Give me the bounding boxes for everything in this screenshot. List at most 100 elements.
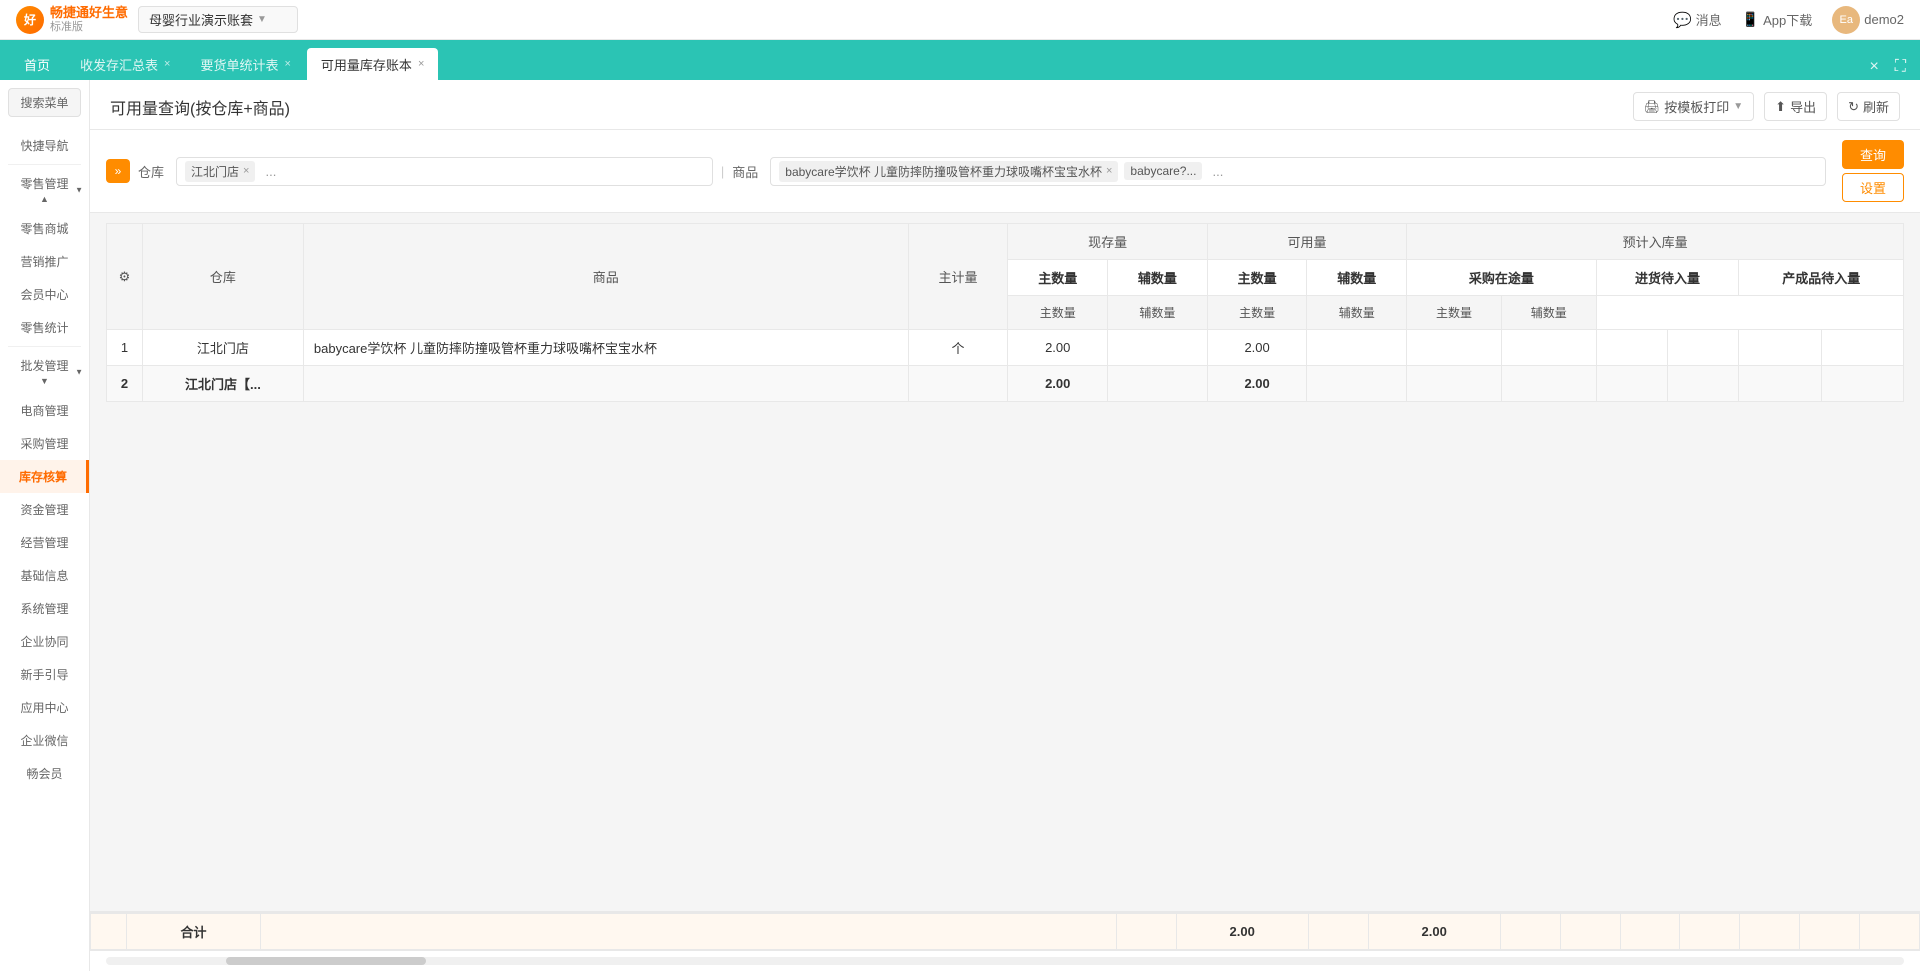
sidebar-item-operations[interactable]: 经营管理 [0,526,89,559]
sidebar-item-system[interactable]: 系统管理 [0,592,89,625]
sidebar-item-purchase[interactable]: 采购管理 [0,427,89,460]
table-footer [90,950,1920,971]
fullscreen-btn[interactable]: ⛶ [1891,54,1910,80]
scrollbar-track[interactable] [106,957,1904,965]
settings-icon[interactable]: ⚙ [119,269,131,284]
chevron-icon-wholesale: ▼ [40,376,49,386]
warehouse-tag-remove[interactable]: × [243,165,249,177]
sidebar-item-wholesale[interactable]: 批发管理 ▼ [0,349,89,394]
message-btn[interactable]: 💬 消息 [1673,10,1722,29]
sidebar-item-newguide-label: 新手引导 [20,666,68,683]
query-btn[interactable]: 查询 [1842,140,1904,169]
row-pt-aux [1501,330,1596,366]
tab-shoufa[interactable]: 收发存汇总表 × [66,48,184,80]
settings-col-header: ⚙ [107,224,143,330]
tab-kucun-close[interactable]: × [418,58,424,70]
sidebar-item-collab[interactable]: 企业协同 [0,625,89,658]
goods-tag-2: babycare?... [1124,162,1202,180]
stock-aux-header: 辅数量 [1108,260,1208,296]
sidebar-item-member[interactable]: 会员中心 [0,278,89,311]
tab-yaohuo[interactable]: 要货单统计表 × [186,48,304,80]
group-fin-main [1739,366,1821,402]
pt-aux-header: 辅数量 [1108,296,1208,330]
goods-filter-area[interactable]: babycare学饮杯 儿童防摔防撞吸管杯重力球吸嘴杯宝宝水杯 × babyca… [770,157,1826,186]
page-header: 可用量查询(按仓库+商品) 🖨 按模板打印 ▼ ⬆ 导出 ↻ 刷新 [90,80,1920,130]
fin-aux-header: 辅数量 [1501,296,1596,330]
sidebar-item-mall[interactable]: 零售商城 [0,212,89,245]
print-btn[interactable]: 🖨 按模板打印 ▼ [1633,92,1754,121]
content-area: 可用量查询(按仓库+商品) 🖨 按模板打印 ▼ ⬆ 导出 ↻ 刷新 [90,80,1920,971]
message-icon: 💬 [1673,11,1692,29]
goods-tag-1: babycare学饮杯 儿童防摔防撞吸管杯重力球吸嘴杯宝宝水杯 × [779,161,1118,182]
incoming-header: 进货待入量 [1596,260,1739,296]
user-area[interactable]: Ea demo2 [1832,6,1904,34]
scrollbar-thumb[interactable] [226,957,426,965]
sidebar-item-ecommerce[interactable]: 电商管理 [0,394,89,427]
row-goods: babycare学饮杯 儿童防摔防撞吸管杯重力球吸嘴杯宝宝水杯 [303,330,908,366]
data-table: ⚙ 仓库 商品 主计量 现存量 可用量 预计入库量 主数量 辅数量 主数量 辅数… [106,223,1904,402]
table-group-row: 2 江北门店【... 2.00 2.00 [107,366,1904,402]
group-pt-main [1407,366,1502,402]
row-pt-main [1407,330,1502,366]
chevron-icon-retail: ▲ [40,194,49,204]
goods-tag-2-text: babycare?... [1130,164,1196,178]
group-inc-aux [1667,366,1738,402]
logo-icon: 好 [16,6,44,34]
avatar: Ea [1832,6,1860,34]
total-inc-main [1680,913,1740,950]
app-download-btn[interactable]: 📱 App下载 [1742,10,1813,29]
table-container: ⚙ 仓库 商品 主计量 现存量 可用量 预计入库量 主数量 辅数量 主数量 辅数… [90,213,1920,911]
sidebar-quick-nav-label: 快捷导航 [20,137,68,154]
refresh-icon: ↻ [1848,99,1859,115]
unit-col-header: 主计量 [908,224,1008,330]
available-main-header: 主数量 [1207,260,1307,296]
inc-main-header: 主数量 [1207,296,1307,330]
goods-tag-1-remove[interactable]: × [1106,165,1112,177]
company-selector[interactable]: 母婴行业演示账套 ▼ [138,6,298,33]
tab-kucun-label: 可用量库存账本 [321,55,412,74]
goods-more-btn[interactable]: ... [1212,164,1223,179]
sidebar-item-newguide[interactable]: 新手引导 [0,658,89,691]
refresh-btn[interactable]: ↻ 刷新 [1837,92,1900,121]
sidebar-item-finance[interactable]: 资金管理 [0,493,89,526]
warehouse-filter-area[interactable]: 江北门店 × ... [176,157,713,186]
total-empty-1 [91,913,127,950]
sidebar-item-wechat[interactable]: 企业微信 [0,724,89,757]
stock-col-header: 现存量 [1008,224,1207,260]
sidebar-item-vip[interactable]: 畅会员 [0,757,89,790]
row-inc-aux [1667,330,1738,366]
sidebar-quick-nav[interactable]: 快捷导航 [0,129,89,162]
sidebar-item-stats[interactable]: 零售统计 [0,311,89,344]
warehouse-more-btn[interactable]: ... [265,164,276,179]
logo-area: 好 畅捷通好生意 标准版 [16,5,128,34]
row-warehouse: 江北门店 [143,330,304,366]
message-label: 消息 [1696,10,1722,29]
export-label: 导出 [1790,97,1816,116]
sidebar-item-inventory-label: 库存核算 [19,468,67,485]
sidebar-item-member-label: 会员中心 [20,286,68,303]
tab-kucun[interactable]: 可用量库存账本 × [307,48,438,80]
sidebar-item-basic[interactable]: 基础信息 [0,559,89,592]
total-empty-2 [261,913,1117,950]
top-bar: 好 畅捷通好生意 标准版 母婴行业演示账套 ▼ 💬 消息 📱 App下载 Ea … [0,0,1920,40]
tab-shoufa-label: 收发存汇总表 [80,55,158,74]
sidebar-item-inventory[interactable]: 库存核算 [0,460,89,493]
available-col-header: 可用量 [1207,224,1406,260]
setting-btn[interactable]: 设置 [1842,173,1904,202]
sidebar-item-appstore[interactable]: 应用中心 [0,691,89,724]
row-fin-aux [1821,330,1903,366]
sidebar-item-retail[interactable]: 零售管理 ▲ [0,167,89,212]
top-bar-left: 好 畅捷通好生意 标准版 母婴行业演示账套 ▼ [16,5,298,34]
sidebar-item-mall-label: 零售商城 [20,220,68,237]
tab-home[interactable]: 首页 [10,48,64,80]
total-pt-aux [1620,913,1680,950]
sidebar-item-marketing[interactable]: 营销推广 [0,245,89,278]
tab-yaohuo-close[interactable]: × [284,58,290,70]
search-menu-btn[interactable]: 搜索菜单 [8,88,81,117]
sidebar-item-basic-label: 基础信息 [20,567,68,584]
export-btn[interactable]: ⬆ 导出 [1764,92,1827,121]
tab-shoufa-close[interactable]: × [164,58,170,70]
logo-sub: 标准版 [50,21,128,34]
filter-expand-btn[interactable]: » [106,159,130,183]
close-window-btn[interactable]: × [1865,54,1882,80]
